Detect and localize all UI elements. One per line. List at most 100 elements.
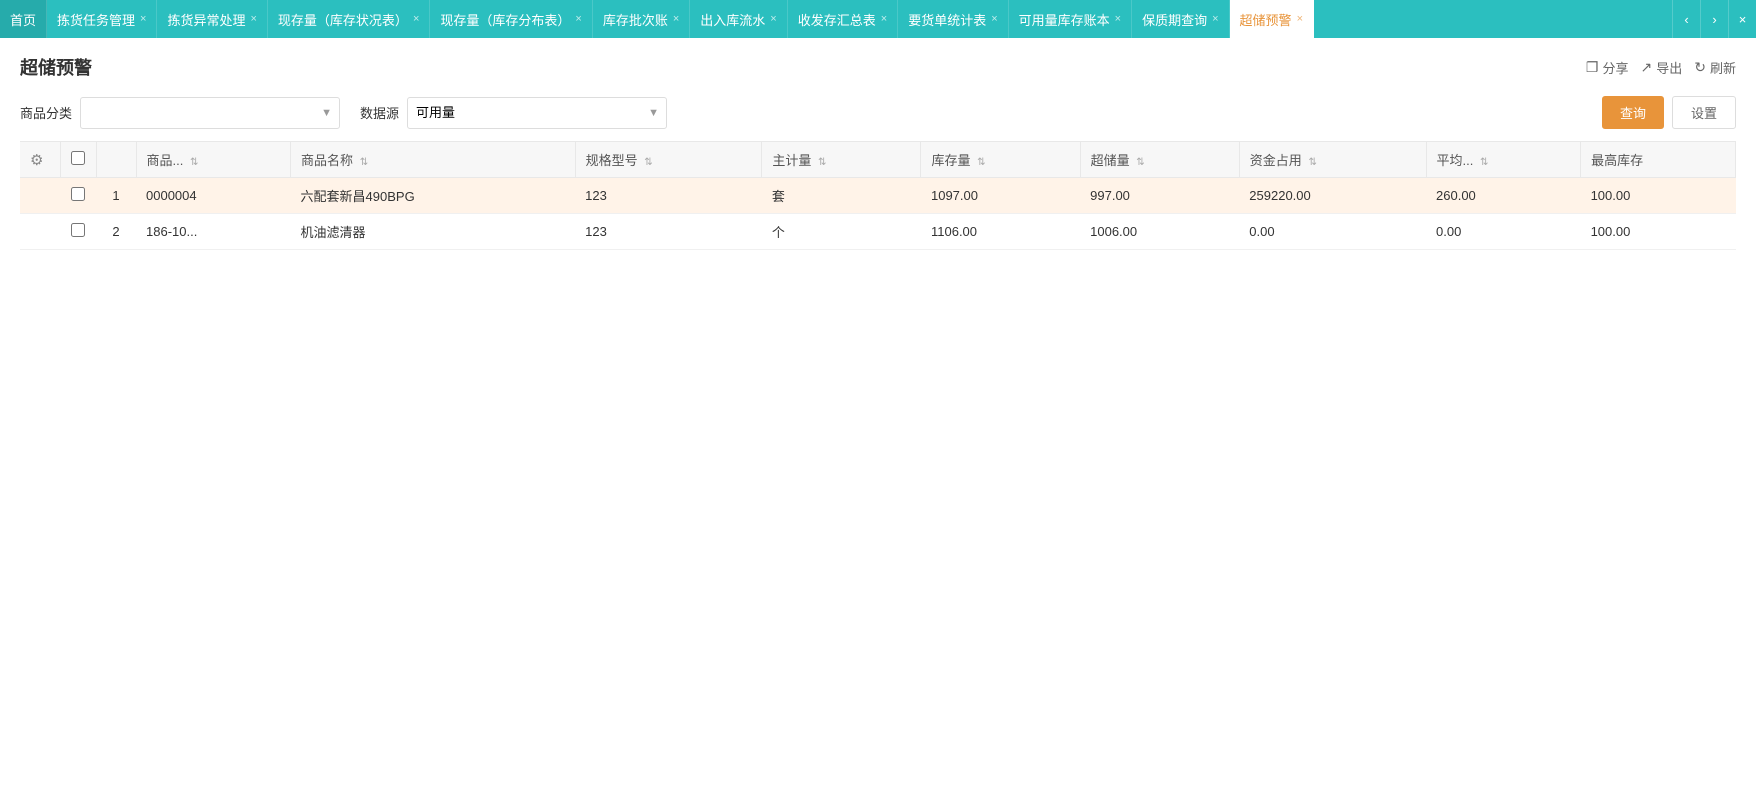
nav-available-ledger[interactable]: 可用量库存账本 × <box>1009 0 1132 38</box>
close-icon[interactable]: × <box>1115 13 1121 25</box>
row-product-code: 186-10... <box>136 214 291 250</box>
filter-row: 商品分类 ▼ 数据源 可用量 库存量 ▼ 查询 设置 <box>20 96 1736 129</box>
page-title: 超储预警 <box>20 54 92 80</box>
row-checkbox-cell <box>60 178 96 214</box>
th-capital[interactable]: 资金占用 ⇅ <box>1239 142 1426 178</box>
row-capital: 0.00 <box>1239 214 1426 250</box>
nav-home[interactable]: 首页 <box>0 0 47 38</box>
sort-icon: ⇅ <box>1308 157 1316 168</box>
nav-overstock-warning[interactable]: 超储预警 × <box>1230 0 1314 38</box>
sort-icon: ⇅ <box>818 157 826 168</box>
nav-task-mgmt[interactable]: 拣货任务管理 × <box>47 0 157 38</box>
nav-stock-status[interactable]: 现存量（库存状况表） × <box>268 0 430 38</box>
th-stock[interactable]: 库存量 ⇅ <box>921 142 1080 178</box>
row-overstock: 1006.00 <box>1080 214 1239 250</box>
nav-inout-flow[interactable]: 出入库流水 × <box>690 0 787 38</box>
sort-icon: ⇅ <box>190 157 198 168</box>
close-icon[interactable]: × <box>413 13 419 25</box>
share-button[interactable]: ❐ 分享 <box>1586 58 1629 77</box>
th-avg[interactable]: 平均... ⇅ <box>1426 142 1581 178</box>
row-unit: 套 <box>762 178 921 214</box>
th-product-code[interactable]: 商品... ⇅ <box>136 142 291 178</box>
th-overstock[interactable]: 超储量 ⇅ <box>1080 142 1239 178</box>
row-settings-cell <box>20 178 60 214</box>
row-overstock: 997.00 <box>1080 178 1239 214</box>
th-max-stock[interactable]: 最高库存 <box>1581 142 1736 178</box>
gear-icon[interactable]: ⚙ <box>30 152 43 169</box>
page-content: 超储预警 ❐ 分享 ↗ 导出 ↻ 刷新 商品分类 ▼ <box>0 38 1756 800</box>
sort-icon: ⇅ <box>644 157 652 168</box>
header-actions: ❐ 分享 ↗ 导出 ↻ 刷新 <box>1586 58 1736 77</box>
close-icon[interactable]: × <box>673 13 679 25</box>
th-settings: ⚙ <box>20 142 60 178</box>
nav-order-stat[interactable]: 要货单统计表 × <box>898 0 1008 38</box>
row-max-stock: 100.00 <box>1581 214 1736 250</box>
row-checkbox[interactable] <box>71 187 85 201</box>
refresh-icon: ↻ <box>1694 59 1706 76</box>
close-icon[interactable]: × <box>881 13 887 25</box>
row-capital: 259220.00 <box>1239 178 1426 214</box>
row-settings-cell <box>20 214 60 250</box>
settings-button[interactable]: 设置 <box>1672 96 1736 129</box>
filter-buttons: 查询 设置 <box>1602 96 1736 129</box>
page-header: 超储预警 ❐ 分享 ↗ 导出 ↻ 刷新 <box>20 54 1736 80</box>
select-all-checkbox[interactable] <box>71 151 85 165</box>
sort-icon: ⇅ <box>360 157 368 168</box>
nav-expiry[interactable]: 保质期查询 × <box>1132 0 1229 38</box>
close-icon[interactable]: × <box>770 13 776 25</box>
nav-arrow-left[interactable]: ‹ <box>1672 0 1700 38</box>
nav-arrow-close[interactable]: × <box>1728 0 1756 38</box>
close-icon[interactable]: × <box>991 13 997 25</box>
nav-arrow-right[interactable]: › <box>1700 0 1728 38</box>
datasource-label: 数据源 <box>360 103 399 122</box>
row-stock: 1097.00 <box>921 178 1080 214</box>
th-rownum <box>96 142 136 178</box>
sort-icon: ⇅ <box>1136 157 1144 168</box>
data-table: ⚙ 商品... ⇅ 商品名称 ⇅ 规格型号 ⇅ <box>20 141 1736 250</box>
close-icon[interactable]: × <box>1297 13 1303 25</box>
row-checkbox-cell <box>60 214 96 250</box>
row-product-name: 机油滤清器 <box>291 214 576 250</box>
nav-arrow-group: ‹ › × <box>1672 0 1756 38</box>
close-icon[interactable]: × <box>140 13 146 25</box>
row-product-name: 六配套新昌490BPG <box>291 178 576 214</box>
datasource-select-wrapper: 可用量 库存量 ▼ <box>407 97 667 129</box>
nav-batch[interactable]: 库存批次账 × <box>593 0 690 38</box>
row-stock: 1106.00 <box>921 214 1080 250</box>
table-row: 1 0000004 六配套新昌490BPG 123 套 1097.00 997.… <box>20 178 1736 214</box>
nav-stock-dist[interactable]: 现存量（库存分布表） × <box>430 0 592 38</box>
th-unit[interactable]: 主计量 ⇅ <box>762 142 921 178</box>
close-icon[interactable]: × <box>250 13 256 25</box>
row-avg: 260.00 <box>1426 178 1581 214</box>
query-button[interactable]: 查询 <box>1602 96 1664 129</box>
row-product-code: 0000004 <box>136 178 291 214</box>
datasource-filter: 数据源 可用量 库存量 ▼ <box>360 97 667 129</box>
category-label: 商品分类 <box>20 103 72 122</box>
sort-icon: ⇅ <box>1480 157 1488 168</box>
category-filter: 商品分类 ▼ <box>20 97 340 129</box>
th-checkbox <box>60 142 96 178</box>
table-header: ⚙ 商品... ⇅ 商品名称 ⇅ 规格型号 ⇅ <box>20 142 1736 178</box>
top-navigation: 首页 拣货任务管理 × 拣货异常处理 × 现存量（库存状况表） × 现存量（库存… <box>0 0 1756 38</box>
row-checkbox[interactable] <box>71 223 85 237</box>
table-row: 2 186-10... 机油滤清器 123 个 1106.00 1006.00 … <box>20 214 1736 250</box>
row-spec: 123 <box>575 214 762 250</box>
sort-icon: ⇅ <box>977 157 985 168</box>
close-icon[interactable]: × <box>575 13 581 25</box>
nav-recv-summary[interactable]: 收发存汇总表 × <box>788 0 898 38</box>
th-product-name[interactable]: 商品名称 ⇅ <box>291 142 576 178</box>
row-max-stock: 100.00 <box>1581 178 1736 214</box>
refresh-button[interactable]: ↻ 刷新 <box>1694 58 1736 77</box>
share-icon: ❐ <box>1586 59 1599 76</box>
row-spec: 123 <box>575 178 762 214</box>
close-icon[interactable]: × <box>1212 13 1218 25</box>
table-body: 1 0000004 六配套新昌490BPG 123 套 1097.00 997.… <box>20 178 1736 250</box>
export-icon: ↗ <box>1641 59 1653 76</box>
row-num: 2 <box>96 214 136 250</box>
th-spec[interactable]: 规格型号 ⇅ <box>575 142 762 178</box>
category-select[interactable] <box>80 97 340 129</box>
row-num: 1 <box>96 178 136 214</box>
nav-abnormal[interactable]: 拣货异常处理 × <box>157 0 267 38</box>
export-button[interactable]: ↗ 导出 <box>1641 58 1683 77</box>
datasource-select[interactable]: 可用量 库存量 <box>407 97 667 129</box>
